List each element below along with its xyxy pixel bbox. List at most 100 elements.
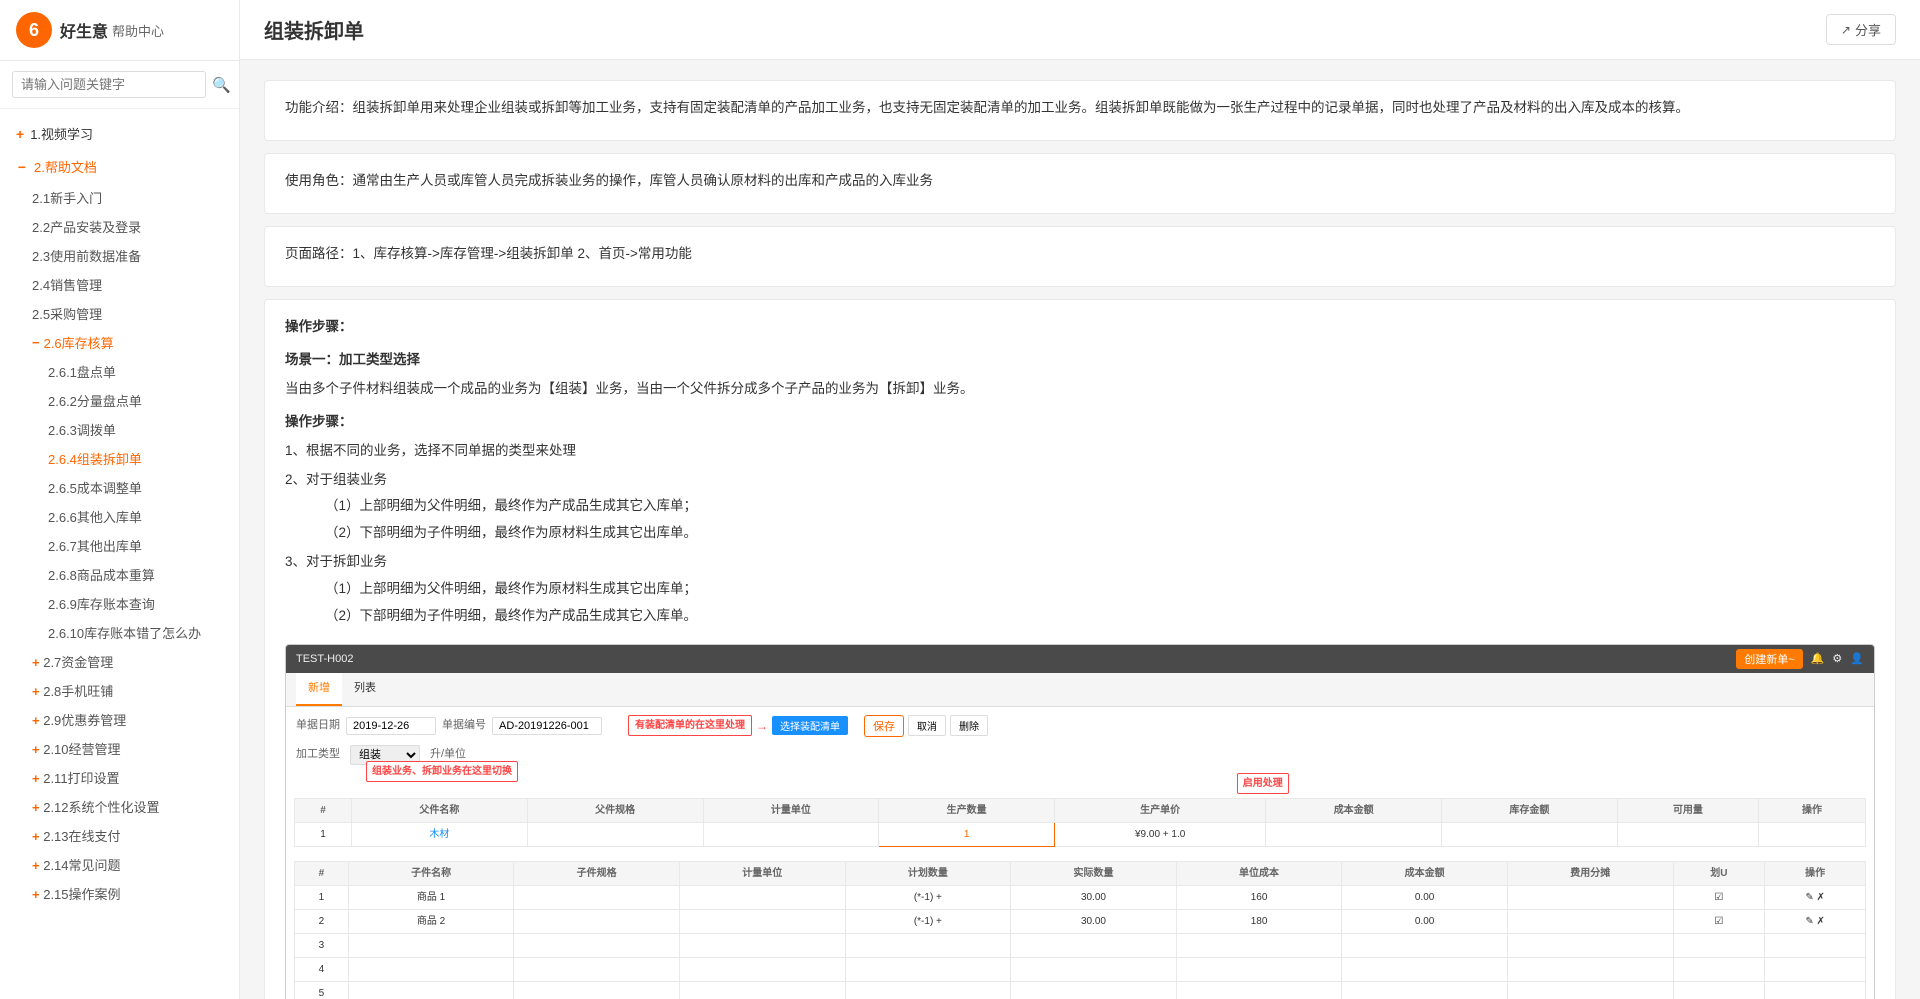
sidebar-item-210[interactable]: + 2.10经营管理 (0, 734, 239, 763)
sub-table-row: 1 商品 1 (*-1) + 30.00 160 0.00 ☑ (295, 885, 1866, 909)
search-input[interactable] (12, 71, 206, 98)
col-header-name: 父件名称 (352, 798, 528, 822)
step1: 1、根据不同的业务，选择不同单据的类型来处理 (285, 440, 1875, 463)
table-row: 1 木材 1 ¥9.00 + 1.0 (295, 822, 1866, 846)
sidebar-item-23[interactable]: 2.3使用前数据准备 (0, 241, 239, 270)
ss-icons: 🔔 ⚙ 👤 (1811, 650, 1864, 669)
sidebar: 6 好生意 帮助中心 🔍 + 1.视频学习 − 2.帮助文档 2.1新手入门 2… (0, 0, 240, 999)
sidebar-item-27[interactable]: + 2.7资金管理 (0, 647, 239, 676)
sub-cell-up1: 160 (1176, 885, 1342, 909)
ss-sub-table: # 子件名称 子件规格 计量单位 计划数量 实际数量 单位成本 成本金额 费用分 (294, 861, 1866, 999)
ss-date-input[interactable] (346, 717, 436, 735)
sub-col-seq: # (295, 861, 349, 885)
ss-save-btn[interactable]: 保存 (864, 715, 904, 737)
sidebar-item-26[interactable]: − 2.6库存核算 (0, 328, 239, 357)
cell-qty: 1 (879, 822, 1055, 846)
col-header-price: 生产单价 (1055, 798, 1266, 822)
cell-name: 木材 (352, 822, 528, 846)
annotation-has-bom: 有装配清单的在这里处理 (628, 715, 752, 736)
col-header-spec: 父件规格 (527, 798, 703, 822)
sub-col-unit-price: 单位成本 (1176, 861, 1342, 885)
collapse-icon-26: − (32, 335, 40, 350)
sidebar-item-262[interactable]: 2.6.2分量盘点单 (0, 386, 239, 415)
sub-cell-flag1: ☑ (1673, 885, 1765, 909)
sub-col-actual: 实际数量 (1011, 861, 1177, 885)
ss-create-btn[interactable]: 创建新单~ (1736, 649, 1802, 669)
col-header-qty: 生产数量 (879, 798, 1055, 822)
sidebar-item-25[interactable]: 2.5采购管理 (0, 299, 239, 328)
sub-cell-up2: 180 (1176, 909, 1342, 933)
sidebar-item-24[interactable]: 2.4销售管理 (0, 270, 239, 299)
ss-select-bom-btn[interactable]: 选择装配清单 (772, 716, 848, 735)
steps-title: 操作步骤： (285, 411, 1875, 434)
app-name: 好生意 (60, 18, 108, 42)
sidebar-item-267[interactable]: 2.6.7其他出库单 (0, 531, 239, 560)
cell-spec (527, 822, 703, 846)
sidebar-item-22[interactable]: 2.2产品安装及登录 (0, 212, 239, 241)
sub-cell-name1: 商品 1 (348, 885, 514, 909)
sidebar-item-212[interactable]: + 2.12系统个性化设置 (0, 792, 239, 821)
ss-num-input[interactable] (492, 717, 602, 735)
screenshot-topbar: TEST-H002 创建新单~ 🔔 ⚙ 👤 (286, 645, 1874, 673)
ss-delete-btn[interactable]: 删除 (950, 715, 988, 736)
sidebar-item-213[interactable]: + 2.13在线支付 (0, 821, 239, 850)
sidebar-item-videos[interactable]: + 1.视频学习 (0, 117, 239, 150)
sub-col-avail2: 费用分摊 (1507, 861, 1673, 885)
app-subtitle: 帮助中心 (112, 21, 164, 40)
scenario-desc: 当由多个子件材料组装成一个成品的业务为【组装】业务，当由一个父件拆分成多个子产品… (285, 378, 1875, 401)
sidebar-item-21[interactable]: 2.1新手入门 (0, 183, 239, 212)
screenshot-container: TEST-H002 创建新单~ 🔔 ⚙ 👤 新增 列表 (285, 644, 1875, 999)
sub-table-row: 4 (295, 957, 1866, 981)
cell-stock-amt (1442, 822, 1618, 846)
role-text: 使用角色：通常由生产人员或库管人员完成拆装业务的操作，库管人员确认原材料的出库和… (285, 170, 1875, 193)
sidebar-item-264[interactable]: 2.6.4组装拆卸单 (0, 444, 239, 473)
sidebar-item-261[interactable]: 2.6.1盘点单 (0, 357, 239, 386)
sub-col-cost: 成本金额 (1342, 861, 1508, 885)
sidebar-item-268[interactable]: 2.6.8商品成本重算 (0, 560, 239, 589)
ops-card: 操作步骤： 场景一：加工类型选择 当由多个子件材料组装成一个成品的业务为【组装】… (264, 299, 1896, 999)
share-button[interactable]: ↗ 分享 (1826, 14, 1896, 45)
ss-save-area: 保存 取消 删除 (864, 715, 988, 737)
ss-data-table: # 父件名称 父件规格 计量单位 生产数量 生产单价 成本金额 库存金额 可用量 (294, 798, 1866, 847)
cell-amount (1266, 822, 1442, 846)
sidebar-item-263[interactable]: 2.6.3调拨单 (0, 415, 239, 444)
sidebar-item-29[interactable]: + 2.9优惠券管理 (0, 705, 239, 734)
logo-icon: 6 (16, 12, 52, 48)
cell-op (1759, 822, 1866, 846)
sub-cell-actual1: 30.00 (1011, 885, 1177, 909)
ss-form-row2: 加工类型 组装 拆卸 升/单位 组装业务、拆卸业务在这里切换 (286, 741, 1874, 769)
sidebar-label-26: 2.6库存核算 (44, 333, 114, 352)
sidebar-item-215[interactable]: + 2.15操作案例 (0, 879, 239, 908)
sidebar-item-266[interactable]: 2.6.6其他入库单 (0, 502, 239, 531)
sub-cell-cost1: 0.00 (1342, 885, 1508, 909)
arrow-icon-1: → (756, 716, 768, 736)
expand-icon: + (16, 126, 24, 142)
sidebar-nav: + 1.视频学习 − 2.帮助文档 2.1新手入门 2.2产品安装及登录 2.3… (0, 109, 239, 999)
sub-cell-qty2: (*-1) + (845, 909, 1011, 933)
sidebar-item-28[interactable]: + 2.8手机旺铺 (0, 676, 239, 705)
sidebar-item-269[interactable]: 2.6.9库存账本查询 (0, 589, 239, 618)
sidebar-item-265[interactable]: 2.6.5成本调整单 (0, 473, 239, 502)
sidebar-item-214[interactable]: + 2.14常见问题 (0, 850, 239, 879)
sub-col-name: 子件名称 (348, 861, 514, 885)
sidebar-item-211[interactable]: + 2.11打印设置 (0, 763, 239, 792)
col-header-ops: 操作 (1759, 798, 1866, 822)
role-card: 使用角色：通常由生产人员或库管人员完成拆装业务的操作，库管人员确认原材料的出库和… (264, 153, 1896, 214)
ss-date-label: 单据日期 (296, 716, 340, 735)
ss-tab-new[interactable]: 新增 (296, 673, 342, 706)
annotation-process: 启用处理 (1237, 773, 1289, 794)
sidebar-item-2610[interactable]: 2.6.10库存账本错了怎么办 (0, 618, 239, 647)
ss-tab-list[interactable]: 列表 (342, 673, 388, 706)
ss-cancel-btn[interactable]: 取消 (908, 715, 946, 736)
screenshot-content: 新增 列表 单据日期 单据编号 有装配清单的在这里处理 → 选择装配清 (286, 673, 1874, 999)
sidebar-item-docs[interactable]: − 2.帮助文档 (0, 150, 239, 183)
sub-col-spec: 子件规格 (514, 861, 680, 885)
sub-cell-name2: 商品 2 (348, 909, 514, 933)
cell-price: ¥9.00 + 1.0 (1055, 822, 1266, 846)
ops-title: 操作步骤： (285, 316, 1875, 339)
sidebar-header: 6 好生意 帮助中心 (0, 0, 239, 61)
col-header-stock-amt: 库存金额 (1442, 798, 1618, 822)
sub-cell-op2: ✎ ✗ (1765, 909, 1866, 933)
col-header-amount: 成本金额 (1266, 798, 1442, 822)
search-button[interactable]: 🔍 (212, 76, 231, 94)
